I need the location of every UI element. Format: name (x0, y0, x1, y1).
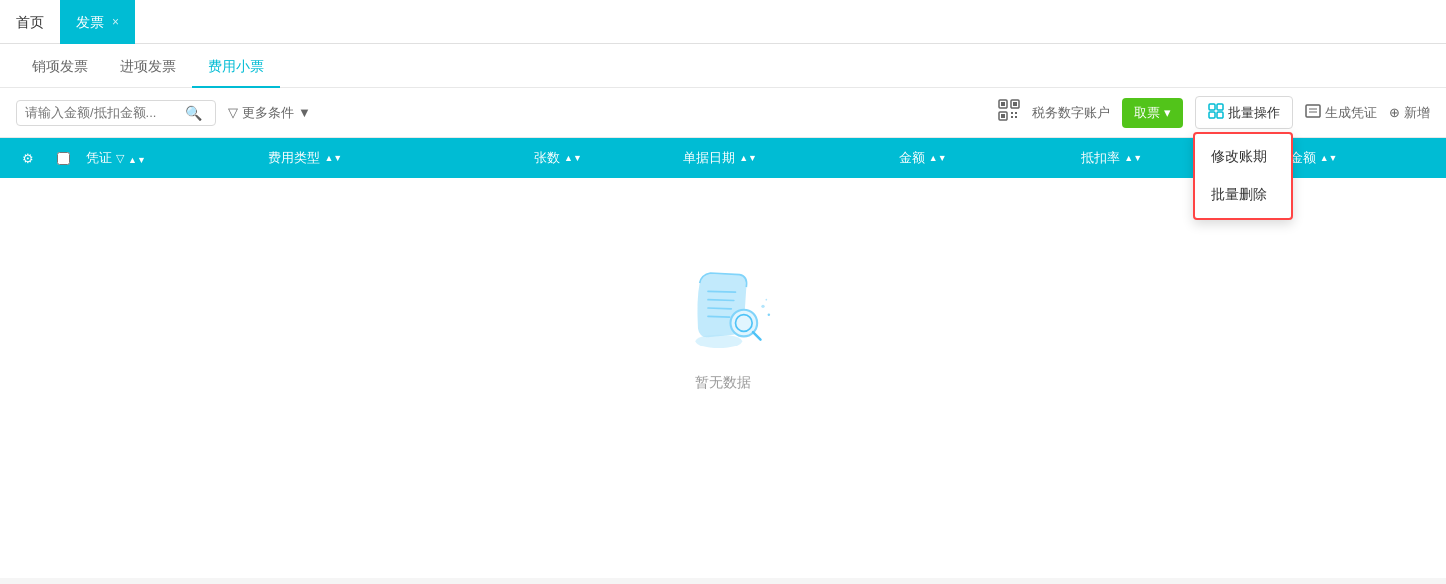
svg-rect-10 (1209, 104, 1215, 110)
voucher-filter-icon: ▽ (116, 152, 124, 165)
svg-rect-14 (1306, 105, 1320, 117)
settings-icon[interactable]: ⚙ (22, 151, 34, 166)
svg-point-25 (761, 305, 764, 308)
date-sort-icon: ▲▼ (739, 153, 757, 163)
filter-button[interactable]: ▽ 更多条件 ▼ (228, 104, 311, 122)
dropdown-item-batch-delete[interactable]: 批量删除 (1195, 176, 1291, 214)
add-new-button[interactable]: ⊕ 新增 (1389, 104, 1430, 122)
search-input[interactable] (25, 105, 185, 120)
generate-voucher-icon (1305, 103, 1321, 122)
close-tab-icon[interactable]: × (112, 0, 119, 44)
dropdown-item-modify-period[interactable]: 修改账期 (1195, 138, 1291, 176)
th-count[interactable]: 张数 ▲▼ (526, 149, 675, 167)
search-box[interactable]: 🔍 (16, 100, 216, 126)
svg-rect-3 (1013, 102, 1017, 106)
svg-rect-13 (1217, 112, 1223, 118)
amount-sort-icon: ▲▼ (929, 153, 947, 163)
toolbar-left: 🔍 ▽ 更多条件 ▼ (16, 100, 311, 126)
select-all-checkbox[interactable] (57, 152, 70, 165)
svg-rect-6 (1011, 112, 1013, 114)
svg-line-19 (708, 300, 734, 301)
svg-rect-11 (1217, 104, 1223, 110)
voucher-sort-icon: ▲▼ (128, 151, 146, 166)
sub-tabs-bar: 销项发票 进项发票 费用小票 (0, 44, 1446, 88)
svg-line-20 (708, 308, 731, 309)
toolbar-right: 税务数字账户 取票 ▾ 批量操作 修改账期 (998, 96, 1430, 129)
svg-point-17 (696, 335, 743, 348)
filter-label: 更多条件 (242, 104, 294, 122)
deduct-rate-sort-icon: ▲▼ (1124, 153, 1142, 163)
svg-rect-7 (1015, 112, 1017, 114)
batch-op-dropdown: 修改账期 批量删除 (1193, 132, 1293, 220)
add-new-icon: ⊕ (1389, 105, 1400, 120)
top-nav: 首页 发票 × (0, 0, 1446, 44)
deduct-amount-sort-icon: ▲▼ (1320, 153, 1338, 163)
empty-state: 暂无数据 (0, 178, 1446, 472)
generate-voucher-button[interactable]: 生成凭证 (1305, 103, 1377, 122)
active-tab-label: 发票 (76, 0, 104, 44)
th-expense-type[interactable]: 费用类型 ▲▼ (260, 149, 526, 167)
filter-icon: ▽ (228, 105, 238, 120)
svg-rect-5 (1001, 114, 1005, 118)
svg-rect-12 (1209, 112, 1215, 118)
tab-expense[interactable]: 费用小票 (192, 44, 280, 88)
take-ticket-button[interactable]: 取票 ▾ (1122, 98, 1183, 128)
count-sort-icon: ▲▼ (564, 153, 582, 163)
svg-rect-8 (1011, 116, 1013, 118)
empty-state-illustration (673, 258, 773, 358)
tab-sales[interactable]: 销项发票 (16, 44, 104, 88)
batch-op-icon (1208, 103, 1224, 122)
svg-point-26 (768, 313, 771, 316)
take-ticket-arrow-icon: ▾ (1164, 105, 1171, 120)
svg-rect-1 (1001, 102, 1005, 106)
tax-account-button[interactable]: 税务数字账户 (1032, 104, 1110, 122)
th-amount[interactable]: 金额 ▲▼ (891, 149, 1073, 167)
svg-point-27 (766, 299, 768, 301)
tab-incoming[interactable]: 进项发票 (104, 44, 192, 88)
batch-op-label: 批量操作 (1228, 104, 1280, 122)
svg-line-18 (708, 291, 736, 292)
generate-voucher-label: 生成凭证 (1325, 104, 1377, 122)
expense-type-sort-icon: ▲▼ (324, 153, 342, 163)
th-checkbox[interactable] (48, 152, 78, 165)
search-icon[interactable]: 🔍 (185, 105, 202, 121)
add-new-label: 新增 (1404, 104, 1430, 122)
empty-state-text: 暂无数据 (695, 374, 751, 392)
content-area: 暂无数据 (0, 178, 1446, 578)
home-nav-item[interactable]: 首页 (0, 0, 60, 44)
qr-code-icon[interactable] (998, 99, 1020, 126)
active-tab[interactable]: 发票 × (60, 0, 135, 44)
batch-op-button[interactable]: 批量操作 (1195, 96, 1293, 129)
th-settings[interactable]: ⚙ (8, 151, 48, 166)
svg-line-21 (708, 316, 730, 317)
batch-op-wrapper: 批量操作 修改账期 批量删除 (1195, 96, 1293, 129)
filter-chevron-icon: ▼ (298, 105, 311, 120)
th-date[interactable]: 单据日期 ▲▼ (675, 149, 891, 167)
svg-rect-9 (1015, 116, 1017, 118)
th-voucher[interactable]: 凭证 ▽ ▲▼ (78, 149, 260, 167)
toolbar: 🔍 ▽ 更多条件 ▼ 税务数字账户 取票 ▾ (0, 88, 1446, 138)
take-ticket-label: 取票 (1134, 104, 1160, 122)
svg-line-24 (753, 332, 761, 340)
